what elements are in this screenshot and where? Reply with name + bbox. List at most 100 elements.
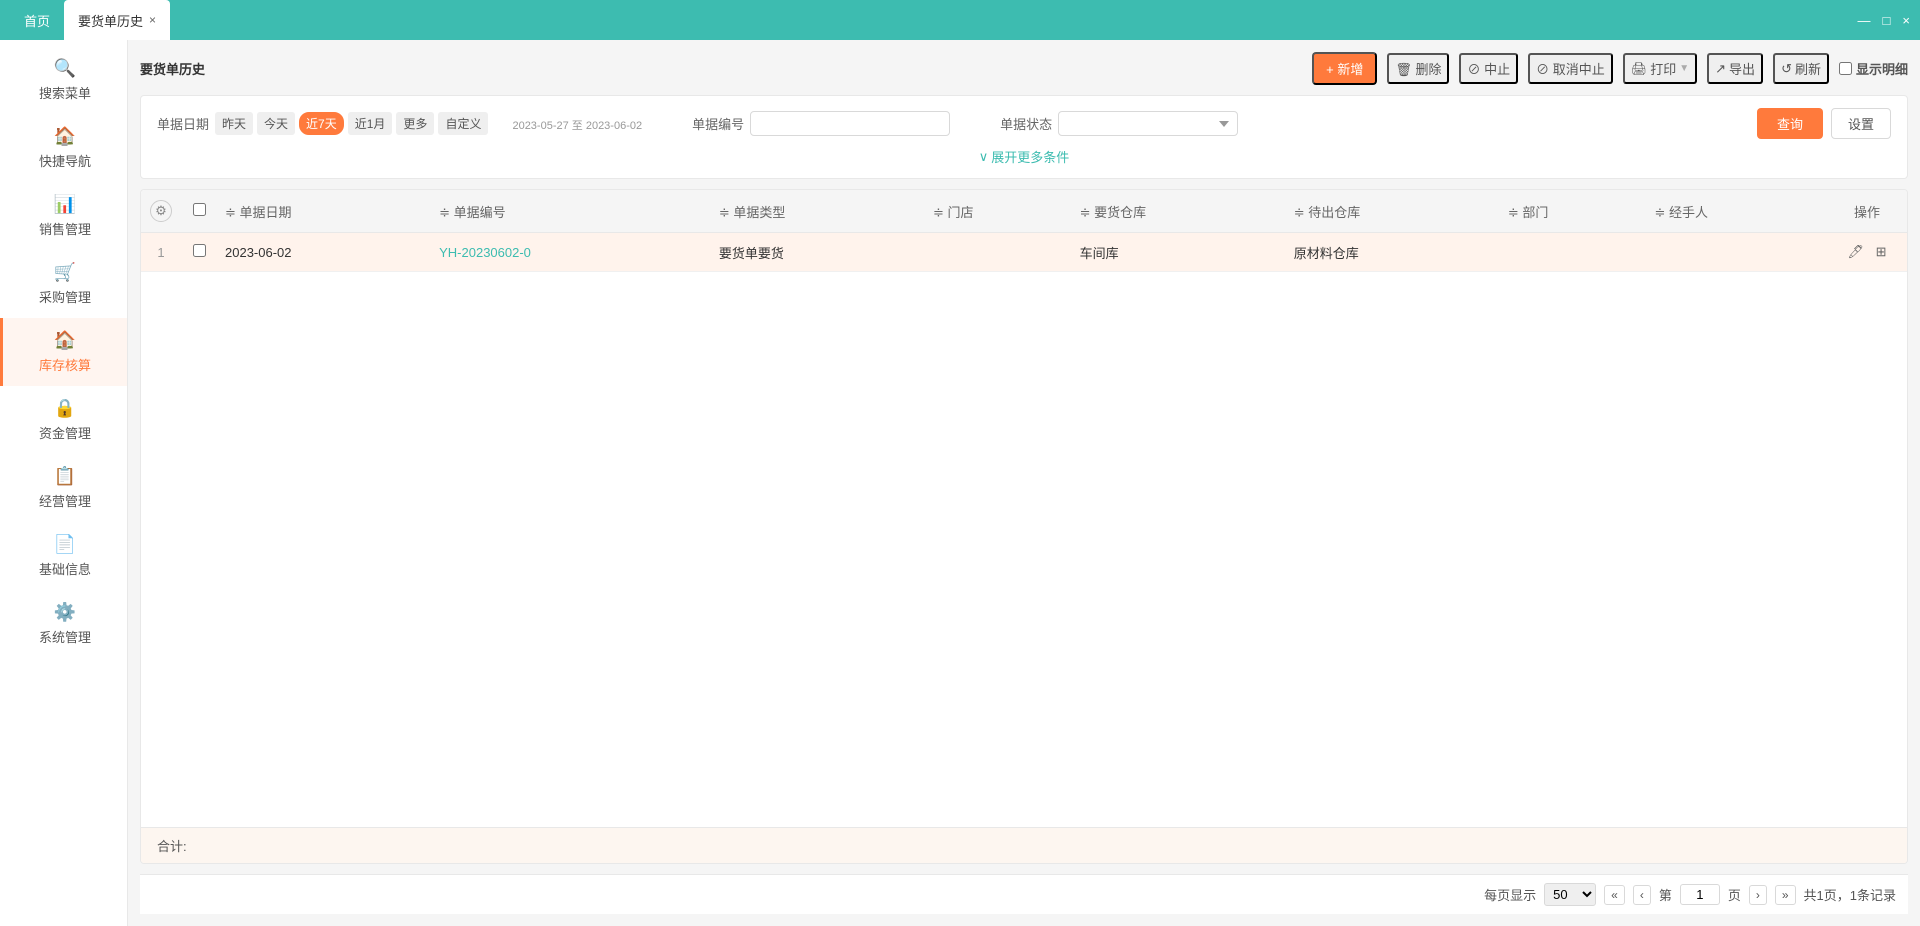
export-button[interactable]: ↗ 导出 <box>1707 53 1763 84</box>
col-req-warehouse: ≑ 要货仓库 <box>1072 190 1286 233</box>
col-order-type-label: ≑ 单据类型 <box>719 205 786 220</box>
date-btn-today[interactable]: 今天 <box>257 112 295 135</box>
next-page-button[interactable]: › <box>1749 885 1767 905</box>
stop-button[interactable]: ⊘ 中止 <box>1459 53 1518 84</box>
select-all-checkbox[interactable] <box>193 203 206 216</box>
table-empty-space <box>141 272 1907 827</box>
row-handler <box>1647 233 1827 272</box>
col-pending-warehouse: ≑ 待出仓库 <box>1286 190 1500 233</box>
row-req-warehouse: 车间库 <box>1072 233 1286 272</box>
first-page-button[interactable]: « <box>1604 885 1625 905</box>
cart-icon: 🛒 <box>54 262 76 283</box>
filter-row-1: 单据日期 昨天 今天 近7天 近1月 更多 自定义 2023-05-27 至 2… <box>157 108 1891 139</box>
search-icon: 🔍 <box>54 58 76 79</box>
row-department <box>1500 233 1647 272</box>
settings-button[interactable]: 设置 <box>1831 108 1891 139</box>
sidebar-item-sales-mgmt-label: 销售管理 <box>39 219 91 238</box>
page-number-input[interactable] <box>1680 884 1720 905</box>
per-page-select[interactable]: 50 20 100 <box>1544 883 1596 906</box>
sidebar-item-quick-nav[interactable]: 🏠 快捷导航 <box>0 114 127 182</box>
date-btn-last-month[interactable]: 近1月 <box>348 112 393 135</box>
table-header-row: ⚙ ≑ 单据日期 ≑ 单据编号 ≑ 单据类型 <box>141 190 1907 233</box>
sidebar-item-basic-info[interactable]: 📄 基础信息 <box>0 522 127 590</box>
per-page-label: 每页显示 <box>1484 885 1536 904</box>
row-checkbox-cell <box>181 233 217 272</box>
sidebar-item-search-menu[interactable]: 🔍 搜索菜单 <box>0 46 127 114</box>
document-icon: 📄 <box>54 534 76 555</box>
print-icon: 🖨 <box>1631 61 1648 77</box>
top-bar-right: — □ × <box>1858 13 1910 28</box>
col-order-no: ≑ 单据编号 <box>431 190 711 233</box>
export-icon: ↗ <box>1715 61 1726 77</box>
toolbar: + 新增 🗑 删除 ⊘ 中止 ⊘ 取消中止 🖨 🖨 打印 打印 ▼ ↗ 导出 ↺… <box>1312 52 1908 85</box>
filter-actions: 查询 设置 <box>1757 108 1891 139</box>
window-minimize-icon[interactable]: — <box>1858 13 1871 28</box>
date-range-text: 2023-05-27 至 2023-06-02 <box>512 117 642 133</box>
col-department-label: ≑ 部门 <box>1508 205 1549 220</box>
row-num: 1 <box>141 233 181 272</box>
show-detail-toggle[interactable]: 显示明细 <box>1839 59 1908 78</box>
row-store <box>925 233 1072 272</box>
date-btn-custom[interactable]: 自定义 <box>438 112 488 135</box>
total-label: 合计: <box>157 839 187 854</box>
status-filter-group: 单据状态 <box>1000 111 1238 136</box>
sidebar-item-fund-mgmt[interactable]: 🔒 资金管理 <box>0 386 127 454</box>
row-order-date: 2023-06-02 <box>217 233 431 272</box>
order-no-label: 单据编号 <box>692 114 744 133</box>
sidebar: 🔍 搜索菜单 🏠 快捷导航 📊 销售管理 🛒 采购管理 🏠 库存核算 🔒 资金管… <box>0 40 128 926</box>
col-store: ≑ 门店 <box>925 190 1072 233</box>
row-edit-icon[interactable]: 🖊 <box>1843 242 1868 262</box>
status-label: 单据状态 <box>1000 114 1052 133</box>
tab-order-history[interactable]: 要货单历史 × <box>64 0 170 40</box>
expand-more-button[interactable]: ∨ 展开更多条件 <box>979 147 1070 166</box>
date-btn-yesterday[interactable]: 昨天 <box>215 112 253 135</box>
col-order-date-label: ≑ 单据日期 <box>225 205 292 220</box>
status-select[interactable] <box>1058 111 1238 136</box>
date-btn-more[interactable]: 更多 <box>396 112 434 135</box>
last-page-button[interactable]: » <box>1775 885 1796 905</box>
new-button[interactable]: + 新增 <box>1312 52 1377 85</box>
col-handler: ≑ 经手人 <box>1647 190 1827 233</box>
sidebar-item-ops-mgmt[interactable]: 📋 经营管理 <box>0 454 127 522</box>
content-area: 要货单历史 + 新增 🗑 删除 ⊘ 中止 ⊘ 取消中止 🖨 🖨 打印 打印 ▼ … <box>128 40 1920 926</box>
delete-button[interactable]: 🗑 删除 <box>1387 53 1449 84</box>
row-delete-icon[interactable]: ⊞ <box>1872 242 1891 262</box>
show-detail-label: 显示明细 <box>1856 59 1908 78</box>
refresh-button[interactable]: ↺ 刷新 <box>1773 53 1829 84</box>
sidebar-item-basic-info-label: 基础信息 <box>39 559 91 578</box>
print-button[interactable]: 🖨 🖨 打印 打印 ▼ <box>1623 53 1697 84</box>
query-button[interactable]: 查询 <box>1757 108 1823 139</box>
date-filter-buttons: 昨天 今天 近7天 近1月 更多 自定义 <box>215 112 488 135</box>
col-order-no-label: ≑ 单据编号 <box>439 205 506 220</box>
orders-table: ⚙ ≑ 单据日期 ≑ 单据编号 ≑ 单据类型 <box>141 190 1907 272</box>
show-detail-checkbox[interactable] <box>1839 62 1852 75</box>
top-bar: 首页 要货单历史 × — □ × <box>0 0 1920 40</box>
row-ops: 🖊 ⊞ <box>1827 233 1907 272</box>
col-handler-label: ≑ 经手人 <box>1655 205 1709 220</box>
chart-icon: 📊 <box>54 194 76 215</box>
expand-more-area: ∨ 展开更多条件 <box>157 139 1891 166</box>
sidebar-item-ops-mgmt-label: 经营管理 <box>39 491 91 510</box>
col-store-label: ≑ 门店 <box>933 205 974 220</box>
order-no-link[interactable]: YH-20230602-0 <box>439 245 531 260</box>
table-row: 1 2023-06-02 YH-20230602-0 要货单要货 车间库 <box>141 233 1907 272</box>
sidebar-item-purchase-mgmt[interactable]: 🛒 采购管理 <box>0 250 127 318</box>
table-container: ⚙ ≑ 单据日期 ≑ 单据编号 ≑ 单据类型 <box>140 189 1908 864</box>
order-no-input[interactable] <box>750 111 950 136</box>
tab-home-label: 首页 <box>24 11 50 30</box>
col-checkbox <box>181 190 217 233</box>
date-btn-last7days[interactable]: 近7天 <box>299 112 344 135</box>
column-settings-icon[interactable]: ⚙ <box>150 200 172 222</box>
tab-close-icon[interactable]: × <box>149 13 156 27</box>
tab-home[interactable]: 首页 <box>10 0 64 40</box>
sidebar-item-sales-mgmt[interactable]: 📊 销售管理 <box>0 182 127 250</box>
sidebar-item-inventory[interactable]: 🏠 库存核算 <box>0 318 127 386</box>
window-close-icon[interactable]: × <box>1902 13 1910 28</box>
cancel-stop-button[interactable]: ⊘ 取消中止 <box>1528 53 1613 84</box>
window-maximize-icon[interactable]: □ <box>1883 13 1891 28</box>
row-order-no: YH-20230602-0 <box>431 233 711 272</box>
col-department: ≑ 部门 <box>1500 190 1647 233</box>
row-checkbox[interactable] <box>193 244 206 257</box>
prev-page-button[interactable]: ‹ <box>1633 885 1651 905</box>
sidebar-item-sys-mgmt[interactable]: ⚙️ 系统管理 <box>0 590 127 658</box>
